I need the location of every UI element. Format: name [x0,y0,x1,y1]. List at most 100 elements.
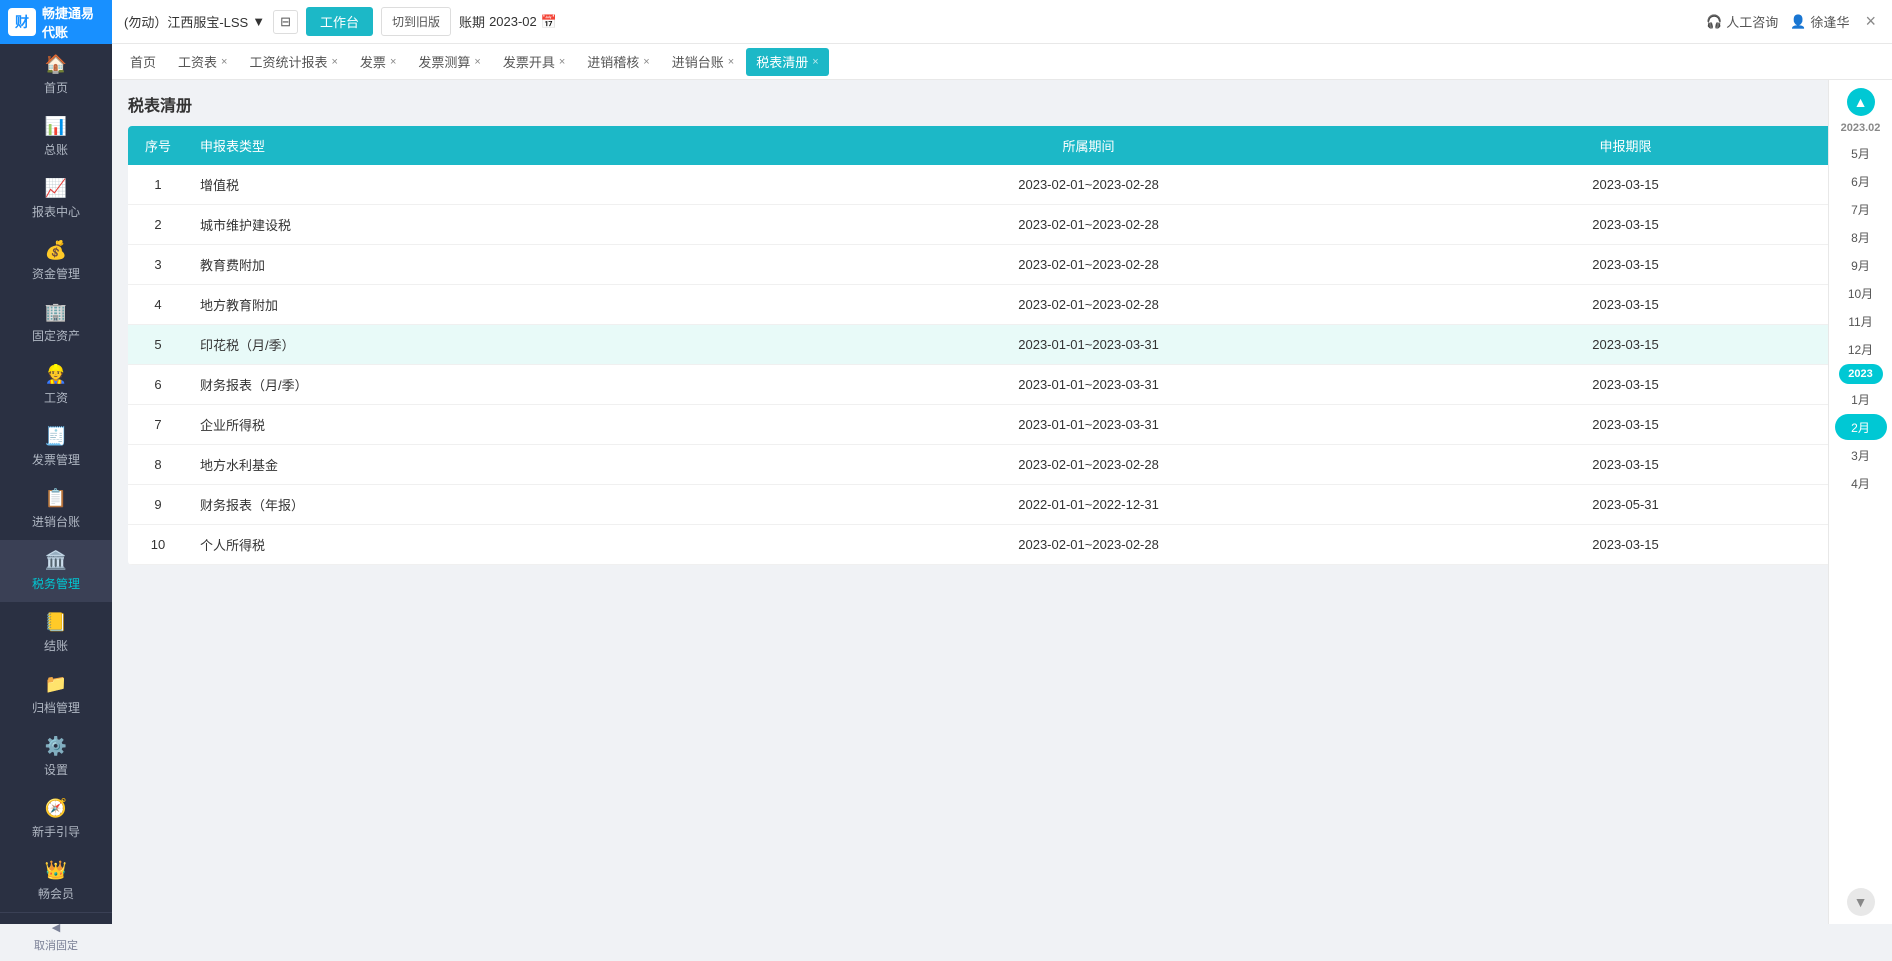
sidebar-item-funds[interactable]: 💰 资金管理 [0,230,112,292]
company-name: (勿动）江西服宝-LSS [124,12,248,31]
side-month-3[interactable]: 3月 [1835,442,1887,468]
tab-tax-register[interactable]: 税表清册 × [746,48,828,76]
period-label: 账期 [459,12,485,31]
tab-purchase-audit[interactable]: 进销稽核 × [577,48,659,76]
cell-index: 7 [128,405,188,445]
invoices-icon: 🧾 [45,426,67,447]
cell-deadline: 2023-03-15 [1435,525,1816,565]
tab-purchase-ledger-close[interactable]: × [728,56,734,68]
col-header-deadline: 申报期限 [1435,126,1816,165]
calendar-icon: 📅 [541,14,557,30]
workspace-button[interactable]: 工作台 [306,7,373,36]
side-month-5[interactable]: 5月 [1835,140,1887,166]
side-month-4[interactable]: 4月 [1835,470,1887,496]
sidebar-item-assets[interactable]: 🏢 固定资产 [0,292,112,354]
sidebar-item-invoices[interactable]: 🧾 发票管理 [0,416,112,478]
side-month-2-active[interactable]: 2月 [1835,414,1887,440]
tab-purchase-ledger[interactable]: 进销台账 × [662,48,744,76]
side-month-6[interactable]: 6月 [1835,168,1887,194]
sidebar-item-tax[interactable]: 🏛️ 税务管理 [0,540,112,602]
cell-index: 9 [128,485,188,525]
tab-invoice-issue[interactable]: 发票开具 × [493,48,575,76]
side-year-2023-badge: 2023 [1839,364,1883,384]
page-title: 税表清册 [128,92,192,116]
scroll-down-button[interactable]: ▼ [1847,888,1875,916]
cell-index: 1 [128,165,188,205]
cell-name: 财务报表（月/季） [188,365,742,405]
tab-invoice-calc-label: 发票测算 [418,52,470,71]
sidebar-item-settings[interactable]: ⚙️ 设置 [0,726,112,788]
tab-home-label: 首页 [130,52,156,71]
cell-name: 城市维护建设税 [188,205,742,245]
close-window-button[interactable]: × [1861,11,1880,32]
tab-payroll-label: 工资表 [178,52,217,71]
table-row: 5 印花税（月/季） 2023-01-01~2023-03-31 2023-03… [128,325,1876,365]
side-month-7[interactable]: 7月 [1835,196,1887,222]
sidebar-label-funds: 资金管理 [32,265,80,282]
tab-invoice-issue-label: 发票开具 [503,52,555,71]
col-header-index: 序号 [128,126,188,165]
tab-invoice[interactable]: 发票 × [350,48,406,76]
sidebar-item-guide[interactable]: 🧭 新手引导 [0,788,112,850]
sidebar: 财 畅捷通易代账 🏠 首页 📊 总账 📈 报表中心 💰 资金管理 🏢 固定资产 … [0,0,112,924]
tab-tax-register-close[interactable]: × [812,56,818,68]
side-month-1[interactable]: 1月 [1835,386,1887,412]
side-month-10[interactable]: 10月 [1835,280,1887,306]
unpin-button[interactable]: ◀ 取消固定 [0,912,112,961]
cell-deadline: 2023-05-31 [1435,485,1816,525]
side-month-9[interactable]: 9月 [1835,252,1887,278]
side-month-11[interactable]: 11月 [1835,308,1887,334]
purchases-icon: 📋 [45,488,67,509]
tab-payroll-stats-close[interactable]: × [331,56,337,68]
ledger-icon: 📊 [45,116,67,137]
unpin-label: 取消固定 [34,937,78,953]
tab-invoice-calc-close[interactable]: × [474,56,480,68]
tab-invoice-issue-close[interactable]: × [559,56,565,68]
human-consult-btn[interactable]: 🎧 人工咨询 [1706,12,1778,31]
close-period-icon: 📒 [45,612,67,633]
side-month-12[interactable]: 12月 [1835,336,1887,362]
user-profile-btn[interactable]: 👤 徐逢华 [1790,12,1849,31]
tab-invoice-label: 发票 [360,52,386,71]
cell-index: 3 [128,245,188,285]
sidebar-label-assets: 固定资产 [32,327,80,344]
sidebar-item-vip[interactable]: 👑 畅会员 [0,850,112,912]
app-logo: 财 畅捷通易代账 [0,0,112,44]
scroll-up-button[interactable]: ▲ [1847,88,1875,116]
tab-invoice-calc[interactable]: 发票测算 × [408,48,490,76]
period-display: 账期 2023-02 📅 [459,12,557,31]
sidebar-item-close[interactable]: 📒 结账 [0,602,112,664]
cell-period: 2023-02-01~2023-02-28 [742,245,1435,285]
sidebar-item-purchases[interactable]: 📋 进销台账 [0,478,112,540]
topbar: (勿动）江西服宝-LSS ▼ ⊟ 工作台 切到旧版 账期 2023-02 📅 🎧… [112,0,1892,44]
tab-home[interactable]: 首页 [120,48,166,76]
cell-deadline: 2023-03-15 [1435,325,1816,365]
sidebar-item-payroll[interactable]: 👷 工资 [0,354,112,416]
sidebar-item-home[interactable]: 🏠 首页 [0,44,112,106]
tab-purchase-audit-close[interactable]: × [643,56,649,68]
copy-button[interactable]: ⊟ [273,10,298,34]
sidebar-item-archive[interactable]: 📁 归档管理 [0,664,112,726]
cell-index: 10 [128,525,188,565]
tab-purchase-audit-label: 进销稽核 [587,52,639,71]
cell-name: 印花税（月/季） [188,325,742,365]
side-panel-header: 2023.02 [1841,118,1881,138]
side-month-8[interactable]: 8月 [1835,224,1887,250]
human-consult-label: 人工咨询 [1726,12,1778,31]
tab-payroll-stats[interactable]: 工资统计报表 × [239,48,347,76]
sidebar-label-purchases: 进销台账 [32,513,80,530]
tab-payroll-close[interactable]: × [221,56,227,68]
tab-invoice-close[interactable]: × [390,56,396,68]
sidebar-item-reports[interactable]: 📈 报表中心 [0,168,112,230]
sidebar-label-tax: 税务管理 [32,575,80,592]
table-row: 10 个人所得税 2023-02-01~2023-02-28 2023-03-1… [128,525,1876,565]
cell-name: 财务报表（年报） [188,485,742,525]
sidebar-item-ledger[interactable]: 📊 总账 [0,106,112,168]
cell-name: 教育费附加 [188,245,742,285]
page-header: 税表清册 ↺ 刷新 [128,92,1876,116]
company-selector[interactable]: (勿动）江西服宝-LSS ▼ [124,12,265,31]
funds-icon: 💰 [45,240,67,261]
old-mode-button[interactable]: 切到旧版 [381,7,451,36]
cell-period: 2023-02-01~2023-02-28 [742,205,1435,245]
tab-payroll[interactable]: 工资表 × [168,48,237,76]
